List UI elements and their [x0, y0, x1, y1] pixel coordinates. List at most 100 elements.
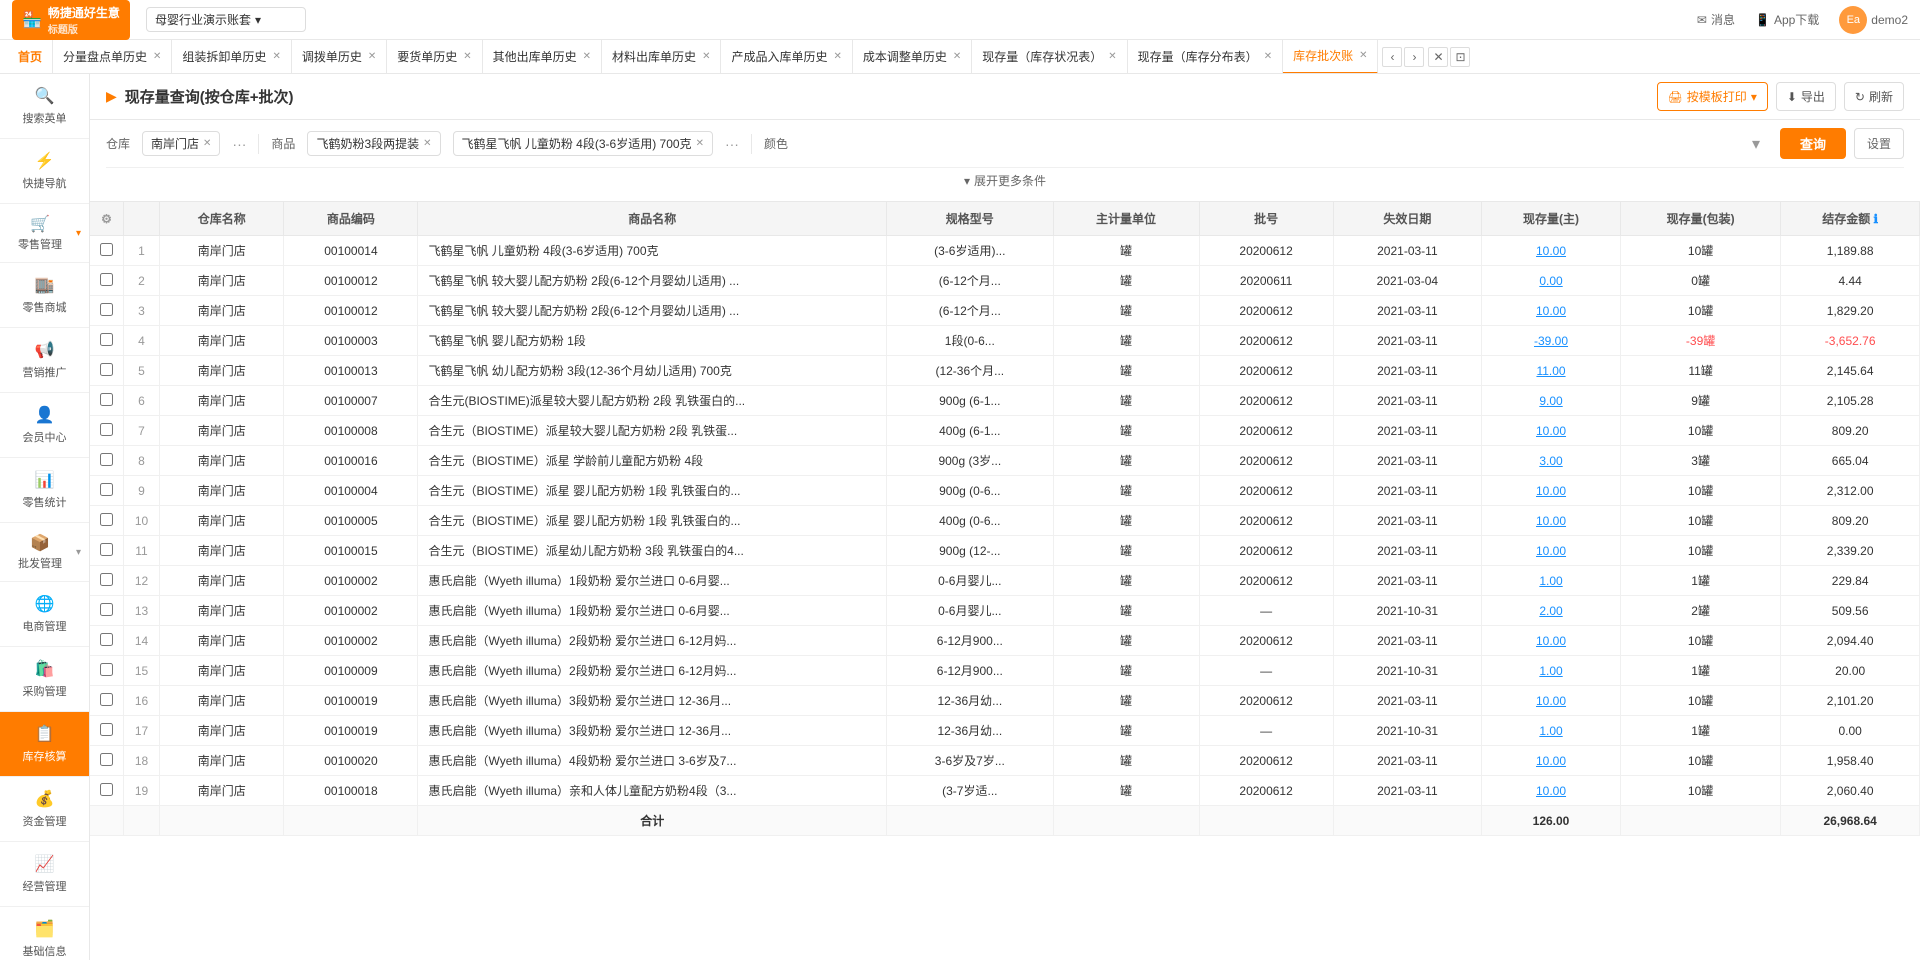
tab-request[interactable]: 要货单历史 ✕: [387, 40, 482, 74]
sidebar-item-retailstats[interactable]: 📊 零售统计: [0, 458, 89, 523]
row-checkbox[interactable]: [90, 656, 124, 686]
tab-close-icon[interactable]: ✕: [833, 51, 841, 62]
row-qty-main[interactable]: 10.00: [1482, 296, 1621, 326]
row-checkbox[interactable]: [90, 566, 124, 596]
row-checkbox[interactable]: [90, 386, 124, 416]
row-checkbox[interactable]: [90, 506, 124, 536]
tab-home[interactable]: 首页: [8, 40, 53, 74]
product-tag-2[interactable]: 飞鹤星飞帆 儿童奶粉 4段(3-6岁适用) 700克 ✕: [453, 131, 713, 156]
product-tag-close-icon[interactable]: ✕: [423, 138, 431, 149]
tab-batch-ledger[interactable]: 库存批次账 ✕: [1283, 40, 1378, 74]
tab-close-all-button[interactable]: ✕: [1428, 47, 1448, 67]
row-qty-main[interactable]: 1.00: [1482, 716, 1621, 746]
settings-button[interactable]: 设置: [1854, 128, 1904, 159]
template-print-button[interactable]: 🖨 按模板打印 ▾: [1657, 82, 1768, 111]
tab-disassemble[interactable]: 组装拆卸单历史 ✕: [172, 40, 291, 74]
row-qty-main[interactable]: 0.00: [1482, 266, 1621, 296]
sidebar-item-marketing[interactable]: 📢 营销推广: [0, 328, 89, 393]
row-qty-main[interactable]: 1.00: [1482, 656, 1621, 686]
row-qty-main[interactable]: 10.00: [1482, 536, 1621, 566]
column-settings-icon[interactable]: ⚙: [101, 212, 112, 226]
tab-stock-dist[interactable]: 现存量（库存分布表） ✕: [1128, 40, 1283, 74]
row-checkbox[interactable]: [90, 716, 124, 746]
row-qty-main[interactable]: -39.00: [1482, 326, 1621, 356]
sidebar-item-purchase[interactable]: 🛍️ 采购管理: [0, 647, 89, 712]
sidebar-item-inventory[interactable]: 📋 库存核算: [0, 712, 89, 777]
tab-product-in[interactable]: 产成品入库单历史 ✕: [721, 40, 852, 74]
tab-maximize-button[interactable]: ⊡: [1450, 47, 1470, 67]
product-tag-1[interactable]: 飞鹤奶粉3段两提装 ✕: [307, 131, 440, 156]
filter-expand-row[interactable]: ▾ 展开更多条件: [106, 167, 1904, 193]
tab-close-icon[interactable]: ✕: [463, 51, 471, 62]
row-qty-main[interactable]: 3.00: [1482, 446, 1621, 476]
warehouse-more-dots[interactable]: ···: [232, 136, 246, 152]
row-qty-main[interactable]: 10.00: [1482, 236, 1621, 266]
row-checkbox[interactable]: [90, 416, 124, 446]
row-checkbox[interactable]: [90, 746, 124, 776]
sidebar-item-ecommerce[interactable]: 🌐 电商管理: [0, 582, 89, 647]
tab-stock-status[interactable]: 现存量（库存状况表） ✕: [972, 40, 1127, 74]
tab-split-inventory[interactable]: 分量盘点单历史 ✕: [53, 40, 172, 74]
query-button[interactable]: 查询: [1780, 128, 1846, 159]
row-qty-main[interactable]: 10.00: [1482, 686, 1621, 716]
sidebar-item-member[interactable]: 👤 会员中心: [0, 393, 89, 458]
row-qty-main[interactable]: 9.00: [1482, 386, 1621, 416]
row-checkbox[interactable]: [90, 326, 124, 356]
tab-close-icon[interactable]: ✕: [1359, 50, 1367, 61]
export-button[interactable]: ⬇ 导出: [1776, 82, 1836, 111]
tab-close-icon[interactable]: ✕: [702, 51, 710, 62]
row-qty-main[interactable]: 10.00: [1482, 476, 1621, 506]
tab-close-icon[interactable]: ✕: [1108, 51, 1116, 62]
tab-cost-adjust[interactable]: 成本调整单历史 ✕: [853, 40, 972, 74]
tab-next-button[interactable]: ›: [1404, 47, 1424, 67]
sidebar-item-retailstore[interactable]: 🏬 零售商城: [0, 263, 89, 328]
sidebar-item-retail[interactable]: 🛒 零售管理 ▾: [0, 204, 89, 263]
row-qty-main[interactable]: 10.00: [1482, 626, 1621, 656]
row-qty-main[interactable]: 10.00: [1482, 506, 1621, 536]
product-tag-close-icon[interactable]: ✕: [696, 138, 704, 149]
tab-close-icon[interactable]: ✕: [583, 51, 591, 62]
account-dropdown[interactable]: 母婴行业演示账套 ▾: [146, 7, 306, 32]
row-checkbox[interactable]: [90, 356, 124, 386]
row-qty-main[interactable]: 1.00: [1482, 566, 1621, 596]
tab-close-icon[interactable]: ✕: [953, 51, 961, 62]
tab-prev-button[interactable]: ‹: [1382, 47, 1402, 67]
app-download-button[interactable]: 📱 App下载: [1755, 11, 1819, 28]
tab-other-out[interactable]: 其他出库单历史 ✕: [483, 40, 602, 74]
color-dropdown-icon[interactable]: ▾: [1752, 134, 1760, 154]
sidebar-item-search[interactable]: 🔍 搜索英单: [0, 74, 89, 139]
row-checkbox[interactable]: [90, 776, 124, 806]
collapse-arrow-icon[interactable]: ▶: [106, 88, 117, 105]
sidebar-item-operations[interactable]: 📈 经营管理: [0, 842, 89, 907]
sidebar-item-basics[interactable]: 🗂️ 基础信息: [0, 907, 89, 960]
warehouse-tag-close-icon[interactable]: ✕: [203, 138, 211, 149]
row-checkbox[interactable]: [90, 596, 124, 626]
sidebar-item-wholesale[interactable]: 📦 批发管理 ▾: [0, 523, 89, 582]
tab-close-icon[interactable]: ✕: [272, 51, 280, 62]
sidebar-item-quicknav[interactable]: ⚡ 快捷导航: [0, 139, 89, 204]
row-qty-main[interactable]: 10.00: [1482, 776, 1621, 806]
tab-close-icon[interactable]: ✕: [1264, 51, 1272, 62]
row-checkbox[interactable]: [90, 686, 124, 716]
amount-info-icon[interactable]: ℹ: [1874, 212, 1879, 226]
tab-material-out[interactable]: 材料出库单历史 ✕: [602, 40, 721, 74]
row-qty-main[interactable]: 11.00: [1482, 356, 1621, 386]
product-more-dots[interactable]: ···: [725, 136, 739, 152]
row-qty-main[interactable]: 10.00: [1482, 746, 1621, 776]
refresh-button[interactable]: ↻ 刷新: [1844, 82, 1904, 111]
row-checkbox[interactable]: [90, 236, 124, 266]
tab-transfer[interactable]: 调拨单历史 ✕: [292, 40, 387, 74]
message-button[interactable]: ✉ 消息: [1697, 11, 1735, 28]
row-checkbox[interactable]: [90, 446, 124, 476]
row-qty-main[interactable]: 2.00: [1482, 596, 1621, 626]
row-checkbox[interactable]: [90, 296, 124, 326]
row-checkbox[interactable]: [90, 536, 124, 566]
tab-close-icon[interactable]: ✕: [368, 51, 376, 62]
warehouse-tag[interactable]: 南岸门店 ✕: [142, 131, 220, 156]
row-checkbox[interactable]: [90, 626, 124, 656]
row-checkbox[interactable]: [90, 266, 124, 296]
sidebar-item-finance[interactable]: 💰 资金管理: [0, 777, 89, 842]
user-menu[interactable]: Ea demo2: [1839, 6, 1908, 34]
tab-close-icon[interactable]: ✕: [153, 51, 161, 62]
row-checkbox[interactable]: [90, 476, 124, 506]
